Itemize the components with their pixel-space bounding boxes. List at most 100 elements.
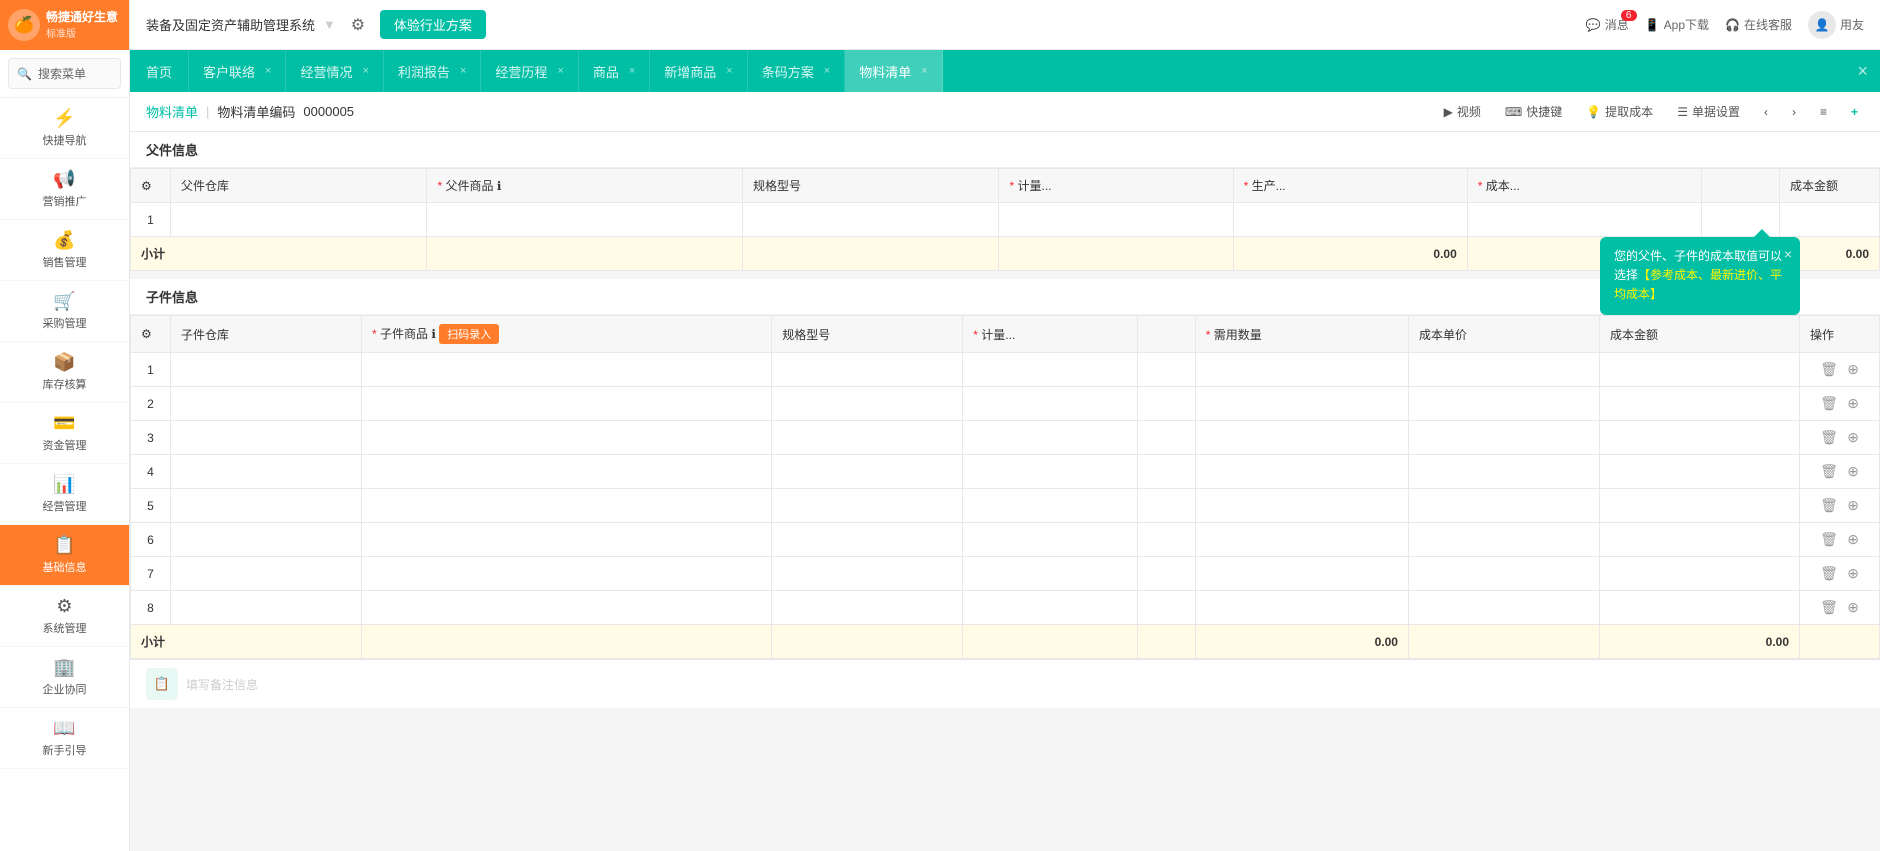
user-menu[interactable]: 👤 用友 xyxy=(1808,11,1864,39)
child-warehouse-cell[interactable] xyxy=(171,489,362,523)
child-spec-cell[interactable] xyxy=(772,455,963,489)
copy-row-button[interactable]: ⊕ xyxy=(1847,361,1859,377)
child-unit-cell[interactable] xyxy=(963,591,1137,625)
copy-row-button[interactable]: ⊕ xyxy=(1847,599,1859,615)
child-product-cell[interactable] xyxy=(362,455,772,489)
child-unit-cost-cell[interactable] xyxy=(1408,557,1599,591)
child-unit-cost-cell[interactable] xyxy=(1408,421,1599,455)
tooltip-close-button[interactable]: × xyxy=(1784,243,1792,265)
child-qty-cell[interactable] xyxy=(1195,353,1408,387)
child-warehouse-cell[interactable] xyxy=(171,523,362,557)
copy-row-button[interactable]: ⊕ xyxy=(1847,531,1859,547)
child-warehouse-cell[interactable] xyxy=(171,387,362,421)
parent-product-cell[interactable] xyxy=(427,203,743,237)
sidebar-item-sales[interactable]: 💰 销售管理 xyxy=(0,220,129,281)
parent-spec-cell[interactable] xyxy=(743,203,999,237)
child-spec-cell[interactable] xyxy=(772,387,963,421)
child-qty-cell[interactable] xyxy=(1195,455,1408,489)
extract-cost-button[interactable]: 💡 提取成本 xyxy=(1580,100,1659,123)
child-qty-cell[interactable] xyxy=(1195,591,1408,625)
child-warehouse-cell[interactable] xyxy=(171,455,362,489)
child-product-cell[interactable] xyxy=(362,387,772,421)
delete-row-button[interactable]: 🗑 xyxy=(1820,429,1838,445)
tab-products[interactable]: 商品 × xyxy=(579,50,650,92)
tab-barcode[interactable]: 条码方案 × xyxy=(748,50,845,92)
delete-row-button[interactable]: 🗑 xyxy=(1820,599,1838,615)
note-icon-button[interactable]: 📋 xyxy=(146,668,178,700)
child-warehouse-cell[interactable] xyxy=(171,557,362,591)
parent-production-cell[interactable] xyxy=(1233,203,1467,237)
delete-row-button[interactable]: 🗑 xyxy=(1820,531,1838,547)
child-product-cell[interactable] xyxy=(362,489,772,523)
child-spec-cell[interactable] xyxy=(772,353,963,387)
tab-bom[interactable]: 物料清单 × xyxy=(845,50,942,92)
child-unit-cost-cell[interactable] xyxy=(1408,455,1599,489)
sidebar-item-enterprise[interactable]: 🏢 企业协同 xyxy=(0,647,129,708)
view-video-button[interactable]: ▶ 视频 xyxy=(1438,100,1487,123)
sidebar-item-guide[interactable]: 📖 新手引导 xyxy=(0,708,129,769)
child-unit-cell[interactable] xyxy=(963,455,1137,489)
child-unit-cell[interactable] xyxy=(963,421,1137,455)
child-unit-cost-cell[interactable] xyxy=(1408,523,1599,557)
tab-new-products-close[interactable]: × xyxy=(726,65,732,77)
tab-profit-close[interactable]: × xyxy=(460,65,466,77)
close-all-tabs[interactable]: × xyxy=(1845,61,1880,82)
nav-prev-button[interactable]: ‹ xyxy=(1758,102,1774,122)
online-service-button[interactable]: 🎧 在线客服 xyxy=(1725,16,1792,33)
tab-home[interactable]: 首页 xyxy=(130,50,189,92)
tab-operations-close[interactable]: × xyxy=(362,65,368,77)
trial-button[interactable]: 体验行业方案 xyxy=(380,10,486,39)
app-download-button[interactable]: 📱 App下载 xyxy=(1645,16,1709,33)
copy-row-button[interactable]: ⊕ xyxy=(1847,565,1859,581)
child-warehouse-cell[interactable] xyxy=(171,353,362,387)
copy-row-button[interactable]: ⊕ xyxy=(1847,497,1859,513)
child-spec-cell[interactable] xyxy=(772,591,963,625)
parent-cost-cell[interactable] xyxy=(1467,203,1701,237)
child-unit-cost-cell[interactable] xyxy=(1408,591,1599,625)
tab-history[interactable]: 经营历程 × xyxy=(481,50,578,92)
child-product-cell[interactable] xyxy=(362,523,772,557)
tab-customer[interactable]: 客户联络 × xyxy=(189,50,286,92)
child-spec-cell[interactable] xyxy=(772,523,963,557)
scan-input-button[interactable]: 扫码录入 xyxy=(439,324,499,344)
parent-unit-cell[interactable] xyxy=(999,203,1233,237)
message-button[interactable]: 💬 消息 6 xyxy=(1586,16,1629,33)
tab-products-close[interactable]: × xyxy=(629,65,635,77)
add-button[interactable]: + xyxy=(1845,102,1864,122)
copy-row-button[interactable]: ⊕ xyxy=(1847,395,1859,411)
tab-history-close[interactable]: × xyxy=(557,65,563,77)
sidebar-item-marketing[interactable]: 📢 营销推广 xyxy=(0,159,129,220)
sidebar-item-operations[interactable]: 📊 经营管理 xyxy=(0,464,129,525)
tab-customer-close[interactable]: × xyxy=(265,65,271,77)
list-view-button[interactable]: ≡ xyxy=(1814,102,1833,122)
child-qty-cell[interactable] xyxy=(1195,489,1408,523)
child-qty-cell[interactable] xyxy=(1195,523,1408,557)
tab-barcode-close[interactable]: × xyxy=(824,65,830,77)
child-product-cell[interactable] xyxy=(362,421,772,455)
delete-row-button[interactable]: 🗑 xyxy=(1820,463,1838,479)
child-warehouse-cell[interactable] xyxy=(171,421,362,455)
child-product-cell[interactable] xyxy=(362,591,772,625)
child-unit-cell[interactable] xyxy=(963,557,1137,591)
child-product-cell[interactable] xyxy=(362,353,772,387)
sidebar-item-purchase[interactable]: 🛒 采购管理 xyxy=(0,281,129,342)
child-unit-cell[interactable] xyxy=(963,523,1137,557)
tab-bom-close[interactable]: × xyxy=(921,65,927,77)
tab-operations[interactable]: 经营情况 × xyxy=(286,50,383,92)
child-unit-cell[interactable] xyxy=(963,353,1137,387)
delete-row-button[interactable]: 🗑 xyxy=(1820,565,1838,581)
delete-row-button[interactable]: 🗑 xyxy=(1820,361,1838,377)
sidebar-item-quick-nav[interactable]: ⚡ 快捷导航 xyxy=(0,98,129,159)
tab-new-products[interactable]: 新增商品 × xyxy=(650,50,747,92)
breadcrumb-parent[interactable]: 物料清单 xyxy=(146,102,198,121)
child-unit-cost-cell[interactable] xyxy=(1408,387,1599,421)
child-qty-cell[interactable] xyxy=(1195,421,1408,455)
copy-row-button[interactable]: ⊕ xyxy=(1847,463,1859,479)
child-unit-cost-cell[interactable] xyxy=(1408,353,1599,387)
shortcut-button[interactable]: ⌨ 快捷键 xyxy=(1499,100,1568,123)
sidebar-item-inventory[interactable]: 📦 库存核算 xyxy=(0,342,129,403)
tab-profit[interactable]: 利润报告 × xyxy=(384,50,481,92)
child-spec-cell[interactable] xyxy=(772,557,963,591)
child-spec-cell[interactable] xyxy=(772,489,963,523)
sidebar-item-basic-info[interactable]: 📋 基础信息 xyxy=(0,525,129,586)
